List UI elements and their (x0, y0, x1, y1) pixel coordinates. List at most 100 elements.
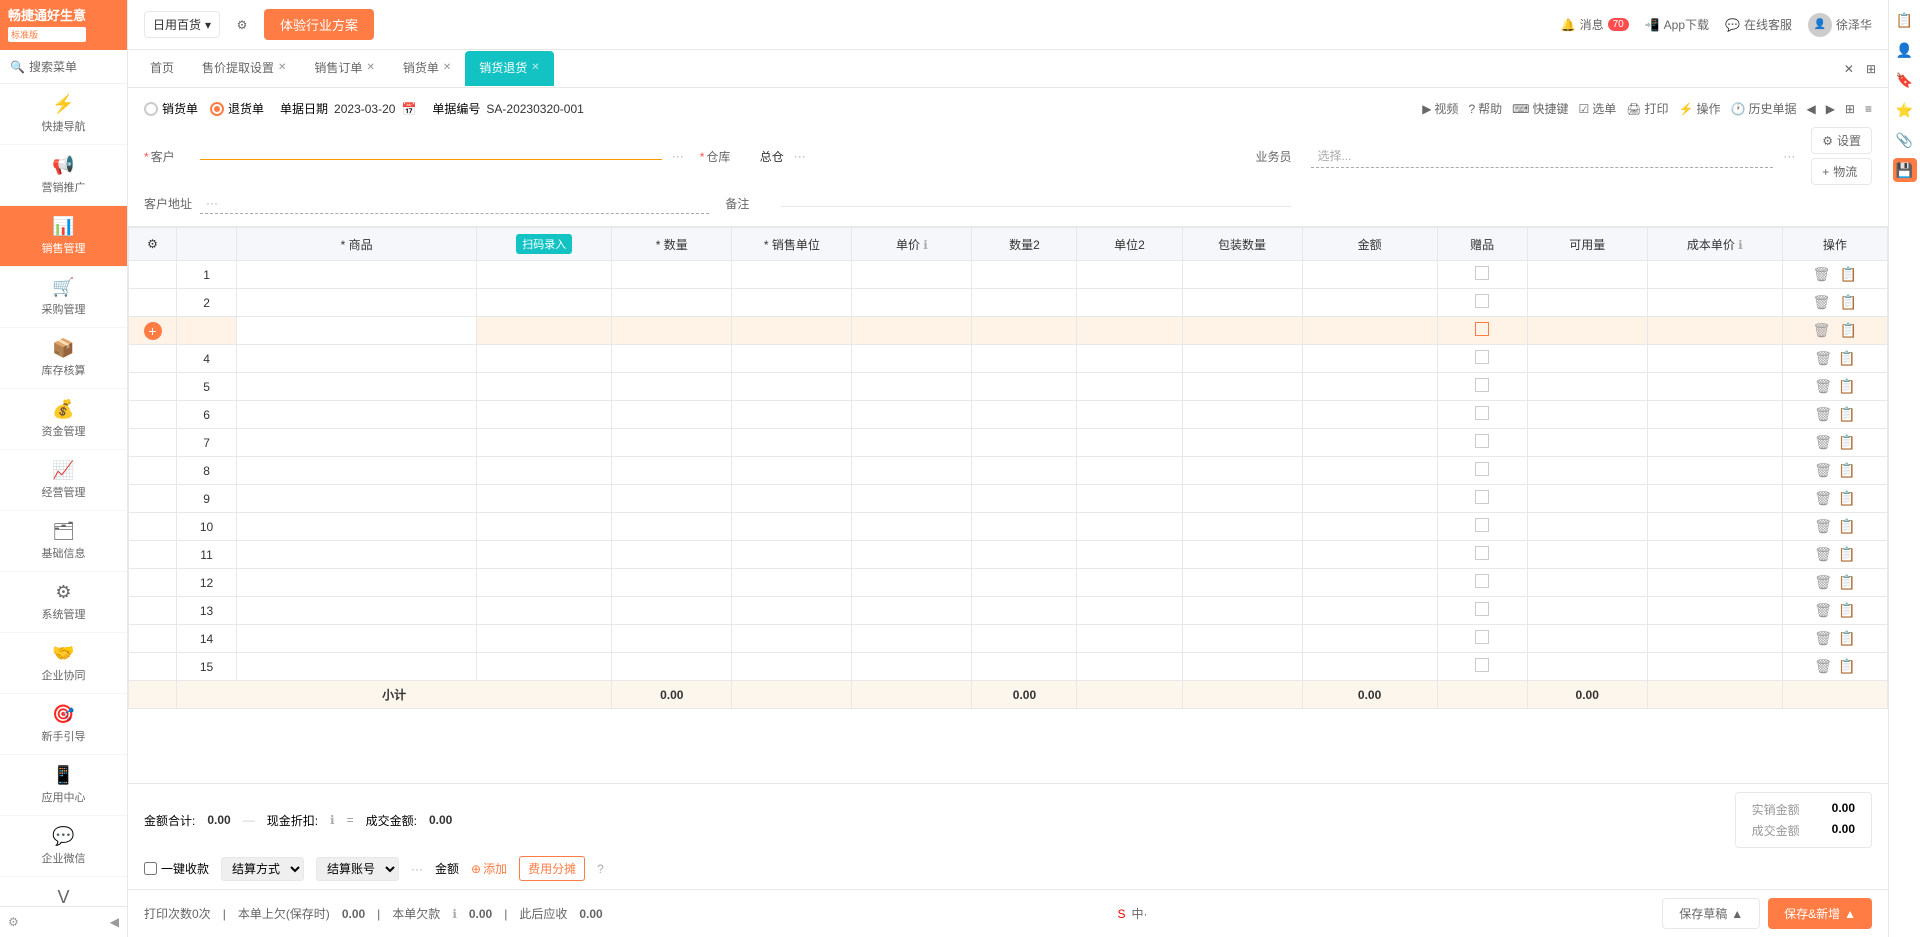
gift-checkbox[interactable] (1475, 406, 1489, 420)
collapse-icon[interactable]: ◀ (110, 915, 119, 929)
right-panel-btn-5[interactable]: 📎 (1893, 128, 1917, 152)
row-gift-cell[interactable] (1437, 317, 1527, 345)
video-button[interactable]: ▶ 视频 (1422, 100, 1458, 117)
row-product-cell[interactable] (237, 317, 477, 345)
delete-row-button[interactable]: 🗑 (1811, 518, 1835, 534)
row-amount-cell[interactable] (1302, 317, 1437, 345)
settings-action-button[interactable]: ⚙ 设置 (1811, 127, 1872, 154)
right-panel-btn-3[interactable]: 🔖 (1893, 68, 1917, 92)
row-price-cell[interactable] (852, 289, 972, 317)
delete-row-button[interactable]: 🗑 (1810, 266, 1834, 282)
row-product-cell[interactable] (237, 261, 477, 289)
copy-row-button[interactable]: 📋 (1835, 406, 1858, 422)
delete-row-button[interactable]: 🗑 (1811, 574, 1835, 590)
tab-home[interactable]: 首页 (136, 51, 188, 86)
logistics-button[interactable]: + 物流 (1811, 158, 1872, 185)
delete-row-button[interactable]: 🗑 (1811, 490, 1835, 506)
row-qty-cell[interactable] (612, 289, 732, 317)
history-prev-icon[interactable]: ◀ (1806, 102, 1815, 116)
row-qty2-cell[interactable] (972, 261, 1077, 289)
delete-row-button[interactable]: 🗑 (1811, 378, 1835, 394)
save-draft-button[interactable]: 保存草稿 ▲ (1662, 898, 1760, 929)
tab-sale-return[interactable]: 销货退货 ✕ (465, 51, 553, 86)
gift-checkbox[interactable] (1475, 602, 1489, 616)
calendar-icon[interactable]: 📅 (401, 102, 416, 116)
sidebar-item-marketing[interactable]: 📢 营销推广 (0, 145, 127, 206)
right-panel-btn-2[interactable]: 👤 (1893, 38, 1917, 62)
product-input[interactable] (241, 324, 472, 338)
customer-more-icon[interactable]: ··· (672, 149, 684, 163)
maximize-tab-button[interactable]: ⊞ (1862, 60, 1880, 78)
view-list-icon[interactable]: ≡ (1865, 102, 1872, 116)
delete-row-button[interactable]: 🗑 (1811, 630, 1835, 646)
gift-checkbox[interactable] (1475, 462, 1489, 476)
row-qty-cell[interactable] (612, 261, 732, 289)
sidebar-item-inventory[interactable]: 📦 库存核算 (0, 328, 127, 389)
row-unit-cell[interactable] (732, 289, 852, 317)
right-panel-btn-6[interactable]: 💾 (1893, 158, 1917, 182)
sidebar-search[interactable]: 🔍 搜索菜单 (0, 50, 127, 84)
row-unit-cell[interactable] (732, 317, 852, 345)
gift-checkbox[interactable] (1475, 434, 1489, 448)
copy-row-button[interactable]: 📋 (1835, 574, 1858, 590)
tab-sale-order-close[interactable]: ✕ (366, 62, 374, 73)
settlement-select[interactable]: 结算方式 (221, 857, 304, 881)
gift-checkbox[interactable] (1475, 350, 1489, 364)
delete-row-button[interactable]: 🗑 (1810, 294, 1834, 310)
account-select[interactable]: 结算账号 (316, 857, 399, 881)
sidebar-item-app-center[interactable]: 📱 应用中心 (0, 755, 127, 816)
warehouse-more-icon[interactable]: ··· (794, 149, 806, 163)
sidebar-item-purchase[interactable]: 🛒 采购管理 (0, 267, 127, 328)
right-panel-btn-4[interactable]: ⭐ (1893, 98, 1917, 122)
history-next-icon[interactable]: ▶ (1826, 102, 1835, 116)
row-unit2-cell[interactable] (1077, 261, 1182, 289)
expense-help-icon[interactable]: ? (597, 862, 604, 876)
sidebar-item-operations[interactable]: 📈 经营管理 (0, 450, 127, 511)
row-price-cell[interactable] (852, 317, 972, 345)
row-qty-cell[interactable] (612, 317, 732, 345)
quick-payment-checkbox[interactable]: 一键收款 (144, 860, 209, 877)
scan-button[interactable]: 扫码录入 (516, 234, 572, 254)
gift-checkbox[interactable] (1475, 630, 1489, 644)
help-button[interactable]: ? 帮助 (1468, 100, 1502, 117)
right-panel-btn-1[interactable]: 📋 (1893, 8, 1917, 32)
gift-checkbox[interactable] (1475, 490, 1489, 504)
delete-row-button[interactable]: 🗑 (1811, 406, 1835, 422)
shortcut-button[interactable]: ⌨ 快捷键 (1512, 100, 1568, 117)
gift-checkbox[interactable] (1475, 378, 1489, 392)
history-button[interactable]: 🕐 历史单据 (1730, 100, 1796, 117)
row-qty2-cell[interactable] (972, 289, 1077, 317)
row-cost-cell[interactable] (1647, 261, 1782, 289)
sidebar-item-quick-nav[interactable]: ⚡ 快捷导航 (0, 84, 127, 145)
row-gift-cell[interactable] (1437, 261, 1527, 289)
sidebar-item-guide[interactable]: 🎯 新手引导 (0, 694, 127, 755)
account-more-icon[interactable]: ··· (411, 862, 423, 876)
copy-row-button[interactable]: 📋 (1835, 490, 1858, 506)
notice-button[interactable]: 🔔 消息 70 (1561, 16, 1629, 33)
delete-row-button[interactable]: 🗑 (1811, 434, 1835, 450)
address-input[interactable]: ··· (200, 193, 709, 214)
tab-sale-delivery-close[interactable]: ✕ (443, 62, 451, 73)
gift-checkbox[interactable] (1475, 266, 1489, 280)
row-pack-cell[interactable] (1182, 289, 1302, 317)
sidebar-item-weixin[interactable]: 💬 企业微信 (0, 816, 127, 877)
row-unit2-cell[interactable] (1077, 317, 1182, 345)
copy-row-button[interactable]: 📋 (1835, 434, 1858, 450)
customer-input[interactable] (200, 153, 662, 160)
sidebar-item-sales[interactable]: 📊 销售管理 (0, 206, 127, 267)
delete-row-button[interactable]: 🗑 (1811, 658, 1835, 674)
sidebar-item-enterprise[interactable]: 🤝 企业协同 (0, 633, 127, 694)
topbar-settings-button[interactable]: ⚙ (228, 11, 256, 39)
add-button[interactable]: ⊕ 添加 (471, 860, 507, 877)
app-download-button[interactable]: 📲 App下载 (1645, 16, 1709, 33)
row-available-cell[interactable] (1527, 261, 1647, 289)
quick-payment-check[interactable] (144, 862, 157, 875)
copy-row-button[interactable]: 📋 (1837, 294, 1860, 310)
gift-checkbox[interactable] (1475, 546, 1489, 560)
delete-row-button[interactable]: 🗑 (1811, 546, 1835, 562)
view-grid-icon[interactable]: ⊞ (1845, 102, 1855, 116)
copy-row-button[interactable]: 📋 (1837, 322, 1860, 338)
settings-icon[interactable]: ⚙ (8, 915, 19, 929)
sidebar-item-finance[interactable]: 💰 资金管理 (0, 389, 127, 450)
copy-row-button[interactable]: 📋 (1835, 462, 1858, 478)
